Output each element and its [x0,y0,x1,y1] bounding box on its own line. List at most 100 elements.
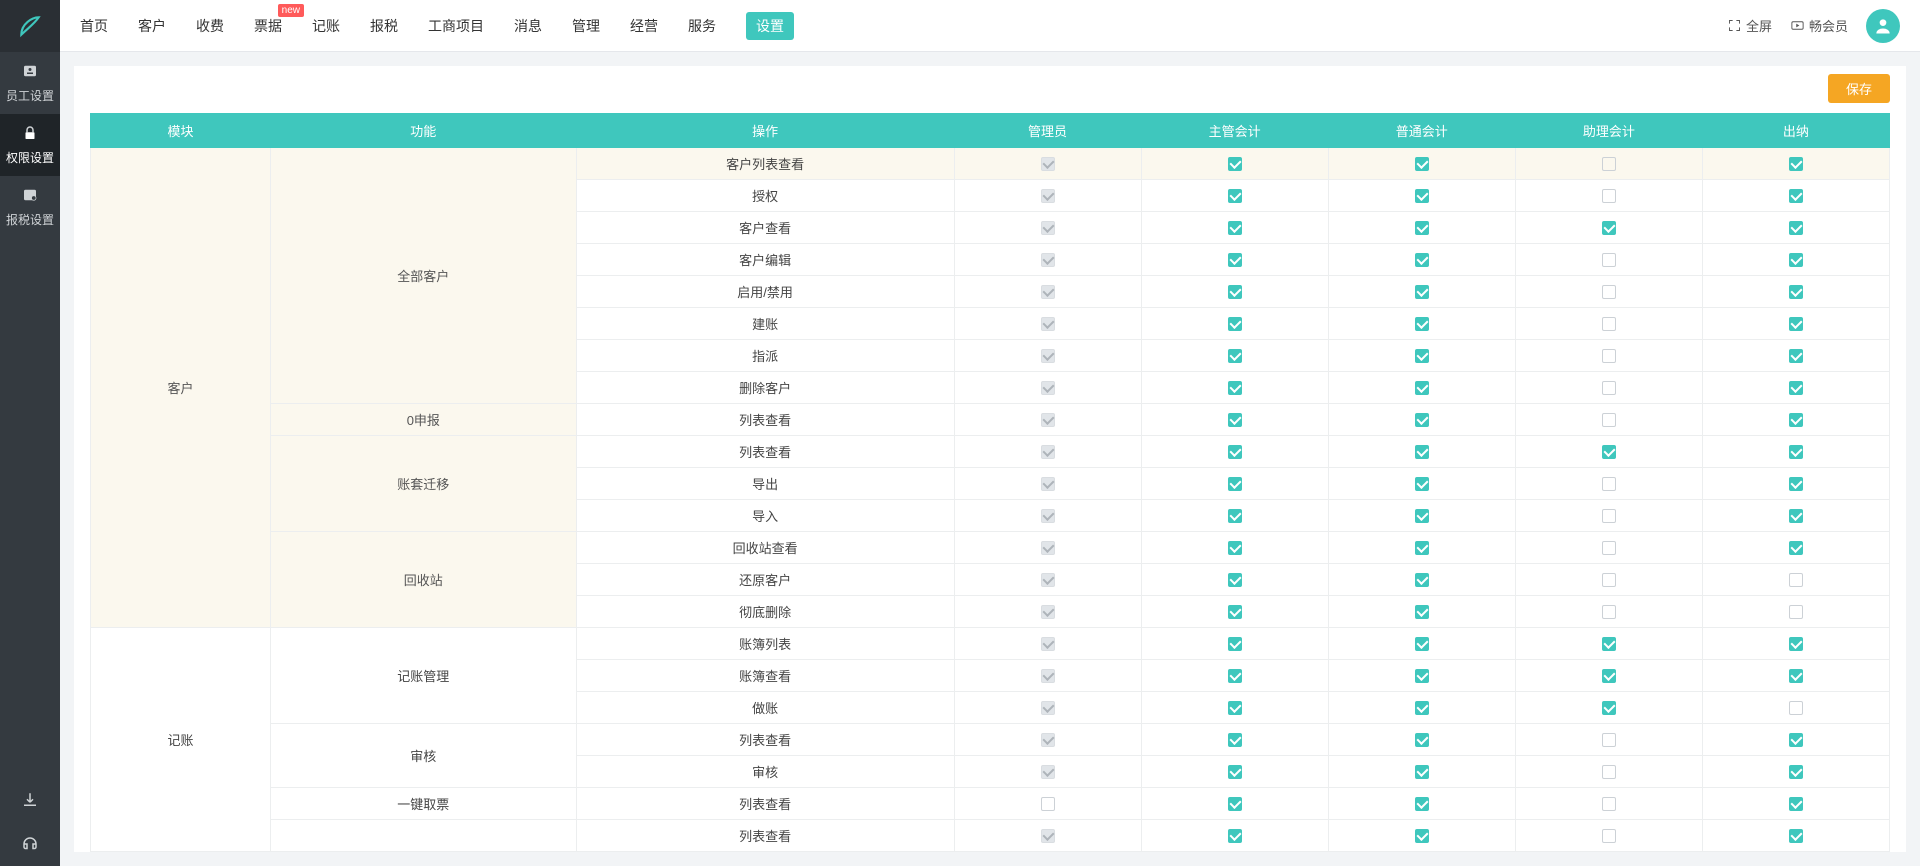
permission-checkbox[interactable] [1228,797,1242,811]
permission-checkbox[interactable] [1228,413,1242,427]
permission-checkbox[interactable] [1415,189,1429,203]
permission-checkbox[interactable] [1789,477,1803,491]
permission-checkbox[interactable] [1789,445,1803,459]
permission-checkbox[interactable] [1602,189,1616,203]
nav-item-11[interactable]: 设置 [746,12,794,40]
nav-item-8[interactable]: 管理 [572,16,600,36]
permission-checkbox[interactable] [1602,733,1616,747]
permission-checkbox[interactable] [1415,253,1429,267]
permission-checkbox[interactable] [1415,445,1429,459]
permission-checkbox[interactable] [1789,253,1803,267]
permission-checkbox[interactable] [1228,445,1242,459]
permission-checkbox[interactable] [1789,765,1803,779]
permission-checkbox[interactable] [1228,317,1242,331]
permission-checkbox[interactable] [1602,605,1616,619]
permissions-table-wrap[interactable]: 模块功能操作管理员主管会计普通会计助理会计出纳 客户全部客户客户列表查看授权客户… [74,113,1906,852]
permission-checkbox[interactable] [1789,413,1803,427]
save-button[interactable]: 保存 [1828,74,1890,103]
member-button[interactable]: 畅会员 [1790,16,1848,35]
permission-checkbox[interactable] [1789,637,1803,651]
permission-checkbox[interactable] [1415,349,1429,363]
permission-checkbox[interactable] [1789,509,1803,523]
fullscreen-button[interactable]: 全屏 [1727,16,1772,35]
nav-item-2[interactable]: 收费 [196,16,224,36]
permission-checkbox[interactable] [1789,605,1803,619]
permission-checkbox[interactable] [1415,733,1429,747]
permission-checkbox[interactable] [1228,733,1242,747]
permission-checkbox[interactable] [1789,157,1803,171]
download-icon[interactable] [0,778,60,822]
permission-checkbox[interactable] [1789,349,1803,363]
permission-checkbox[interactable] [1228,221,1242,235]
permission-checkbox[interactable] [1228,509,1242,523]
nav-item-0[interactable]: 首页 [80,16,108,36]
permission-checkbox[interactable] [1041,797,1055,811]
permission-checkbox[interactable] [1602,669,1616,683]
permission-checkbox[interactable] [1602,413,1616,427]
permission-checkbox[interactable] [1228,605,1242,619]
permission-checkbox[interactable] [1602,477,1616,491]
permission-checkbox[interactable] [1415,637,1429,651]
permission-checkbox[interactable] [1789,701,1803,715]
permission-checkbox[interactable] [1228,573,1242,587]
permission-checkbox[interactable] [1602,701,1616,715]
permission-checkbox[interactable] [1415,509,1429,523]
permission-checkbox[interactable] [1415,541,1429,555]
permission-checkbox[interactable] [1228,765,1242,779]
permission-checkbox[interactable] [1415,285,1429,299]
sidebar-item-0[interactable]: 员工设置 [0,52,60,114]
permission-checkbox[interactable] [1228,829,1242,843]
permission-checkbox[interactable] [1228,157,1242,171]
permission-checkbox[interactable] [1789,189,1803,203]
nav-item-5[interactable]: 报税 [370,16,398,36]
permission-checkbox[interactable] [1602,829,1616,843]
permission-checkbox[interactable] [1415,669,1429,683]
permission-checkbox[interactable] [1415,413,1429,427]
permission-checkbox[interactable] [1789,573,1803,587]
permission-checkbox[interactable] [1415,477,1429,491]
permission-checkbox[interactable] [1602,797,1616,811]
permission-checkbox[interactable] [1602,349,1616,363]
permission-checkbox[interactable] [1415,765,1429,779]
permission-checkbox[interactable] [1228,477,1242,491]
nav-item-10[interactable]: 服务 [688,16,716,36]
permission-checkbox[interactable] [1415,573,1429,587]
permission-checkbox[interactable] [1228,189,1242,203]
support-icon[interactable] [0,822,60,866]
permission-checkbox[interactable] [1415,221,1429,235]
sidebar-item-2[interactable]: 报税设置 [0,176,60,238]
nav-item-6[interactable]: 工商项目 [428,16,484,36]
app-logo[interactable] [0,0,60,52]
permission-checkbox[interactable] [1228,349,1242,363]
permission-checkbox[interactable] [1789,669,1803,683]
permission-checkbox[interactable] [1602,317,1616,331]
permission-checkbox[interactable] [1602,541,1616,555]
permission-checkbox[interactable] [1228,637,1242,651]
permission-checkbox[interactable] [1789,381,1803,395]
permission-checkbox[interactable] [1789,317,1803,331]
permission-checkbox[interactable] [1602,573,1616,587]
avatar[interactable] [1866,9,1900,43]
nav-item-4[interactable]: 记账 [312,16,340,36]
nav-item-7[interactable]: 消息 [514,16,542,36]
permission-checkbox[interactable] [1602,637,1616,651]
permission-checkbox[interactable] [1415,797,1429,811]
permission-checkbox[interactable] [1789,541,1803,555]
permission-checkbox[interactable] [1415,829,1429,843]
permission-checkbox[interactable] [1602,509,1616,523]
permission-checkbox[interactable] [1602,221,1616,235]
permission-checkbox[interactable] [1789,797,1803,811]
permission-checkbox[interactable] [1228,253,1242,267]
permission-checkbox[interactable] [1602,381,1616,395]
nav-item-9[interactable]: 经营 [630,16,658,36]
permission-checkbox[interactable] [1789,733,1803,747]
permission-checkbox[interactable] [1415,605,1429,619]
permission-checkbox[interactable] [1789,829,1803,843]
permission-checkbox[interactable] [1602,285,1616,299]
permission-checkbox[interactable] [1415,381,1429,395]
sidebar-item-1[interactable]: 权限设置 [0,114,60,176]
permission-checkbox[interactable] [1228,669,1242,683]
permission-checkbox[interactable] [1415,317,1429,331]
permission-checkbox[interactable] [1415,701,1429,715]
permission-checkbox[interactable] [1228,381,1242,395]
